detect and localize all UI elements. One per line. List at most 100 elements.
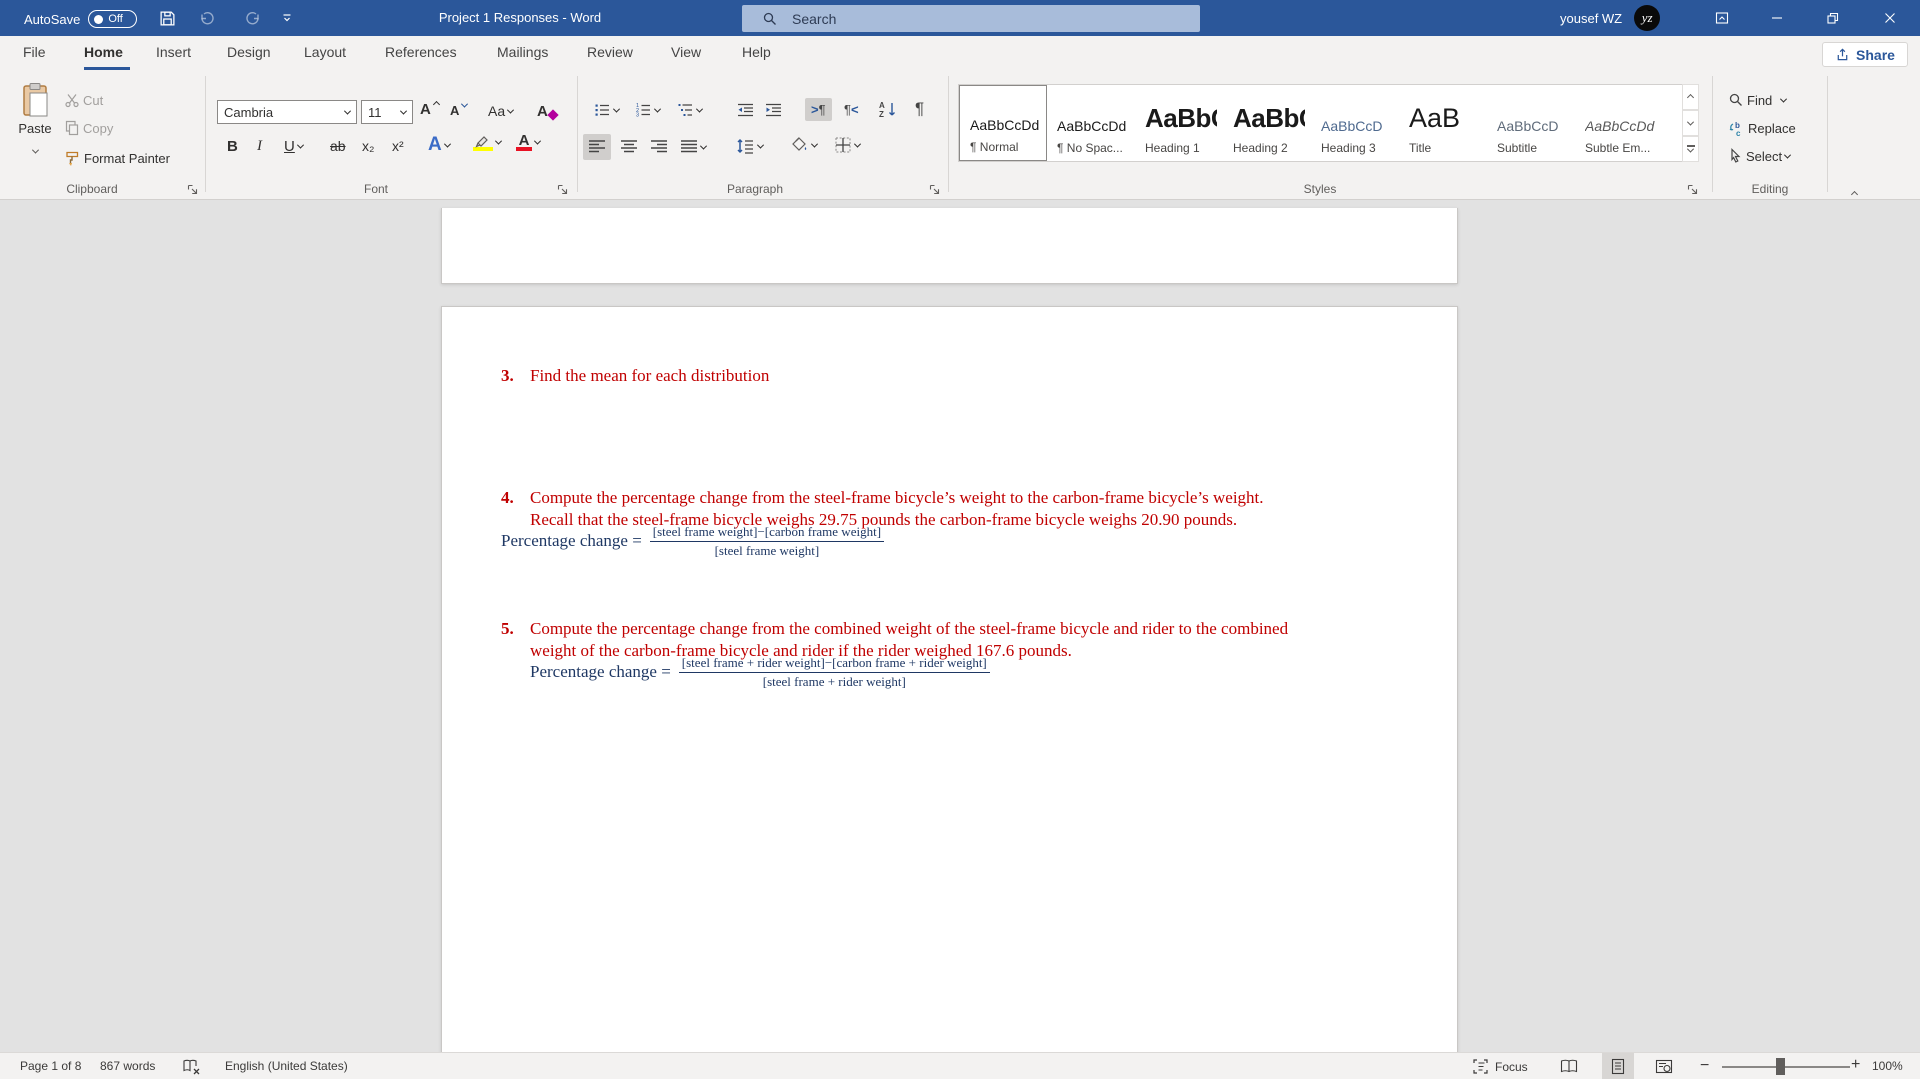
cut-button[interactable]: Cut: [64, 92, 103, 108]
focus-button[interactable]: Focus: [1472, 1057, 1528, 1076]
print-layout-button[interactable]: [1602, 1053, 1634, 1079]
highlight-color-button[interactable]: [473, 134, 503, 151]
bullet-list-button[interactable]: [593, 101, 621, 119]
chevron-down-icon: [699, 142, 708, 150]
shading-button[interactable]: [790, 136, 819, 154]
autosave-control[interactable]: AutoSave Off: [24, 10, 138, 28]
grow-font-button[interactable]: A: [420, 100, 440, 117]
ribbon-display-options-button[interactable]: [1700, 0, 1744, 36]
editing-group-label: Editing: [1751, 182, 1789, 196]
bold-button[interactable]: B: [227, 138, 238, 155]
change-case-button[interactable]: Aa: [488, 103, 515, 119]
tab-view[interactable]: View: [671, 44, 701, 60]
zoom-in-button[interactable]: +: [1851, 1056, 1860, 1074]
document-canvas[interactable]: 3. Find the mean for each distribution 4…: [0, 201, 1920, 1066]
left-to-right-text-direction-button[interactable]: >¶: [805, 98, 832, 121]
copy-button[interactable]: Copy: [64, 120, 113, 136]
font-family-combobox[interactable]: Cambria: [217, 100, 357, 124]
align-center-button[interactable]: [620, 139, 638, 155]
chevron-down-icon: [1780, 95, 1788, 103]
styles-group-label: Styles: [1303, 182, 1337, 196]
align-left-button[interactable]: [583, 134, 611, 160]
font-color-button[interactable]: A: [516, 133, 542, 151]
line-spacing-button[interactable]: [736, 137, 765, 155]
share-button[interactable]: Share: [1822, 42, 1908, 67]
style-heading-2[interactable]: AaBbCcDd Heading 2: [1223, 85, 1311, 161]
shrink-font-button[interactable]: A: [450, 100, 469, 118]
right-to-left-text-direction-button[interactable]: ¶<: [844, 102, 859, 117]
numbered-list-icon: 123: [634, 101, 652, 119]
styles-more-button[interactable]: [1682, 136, 1699, 162]
word-count[interactable]: 867 words: [100, 1059, 155, 1073]
style-title[interactable]: AaB Title: [1399, 85, 1487, 161]
page-indicator[interactable]: Page 1 of 8: [20, 1059, 81, 1073]
styles-scroll-down-button[interactable]: [1682, 110, 1699, 136]
proofing-errors-icon[interactable]: [182, 1057, 201, 1076]
clipboard-dialog-launcher[interactable]: [186, 183, 200, 197]
user-name[interactable]: yousef WZ: [1560, 11, 1622, 26]
paragraph-dialog-launcher[interactable]: [928, 183, 942, 197]
style-subtitle[interactable]: AaBbCcD Subtitle: [1487, 85, 1575, 161]
italic-button[interactable]: I: [257, 138, 262, 155]
undo-button[interactable]: [192, 6, 222, 30]
read-mode-button[interactable]: [1553, 1053, 1585, 1079]
style-normal[interactable]: AaBbCcDd ¶ Normal: [959, 85, 1047, 161]
style-heading-3[interactable]: AaBbCcD Heading 3: [1311, 85, 1399, 161]
style-subtle-emphasis[interactable]: AaBbCcDd Subtle Em...: [1575, 85, 1663, 161]
numbered-list-button[interactable]: 123: [634, 101, 662, 119]
tab-layout[interactable]: Layout: [304, 44, 346, 60]
tab-help[interactable]: Help: [742, 44, 771, 60]
show-paragraph-marks-button[interactable]: ¶: [915, 99, 924, 119]
align-right-button[interactable]: [650, 139, 668, 155]
subscript-button[interactable]: x₂: [362, 138, 374, 154]
sort-button[interactable]: AZ: [878, 100, 898, 119]
tab-file[interactable]: File: [23, 44, 46, 60]
find-button[interactable]: Find: [1728, 92, 1788, 108]
superscript-button[interactable]: x²: [392, 138, 404, 154]
styles-dialog-launcher[interactable]: [1686, 183, 1700, 197]
search-input[interactable]: Search: [742, 5, 1200, 32]
decrease-indent-button[interactable]: [736, 101, 755, 119]
save-button[interactable]: [152, 6, 182, 30]
strikethrough-button[interactable]: ab: [330, 138, 346, 154]
font-dialog-launcher[interactable]: [556, 183, 570, 197]
format-painter-button[interactable]: Format Painter: [64, 150, 170, 167]
document-page-1-bottom[interactable]: [441, 208, 1458, 284]
close-button[interactable]: [1868, 0, 1912, 36]
underline-button[interactable]: U: [284, 138, 304, 155]
tab-design[interactable]: Design: [227, 44, 271, 60]
zoom-out-button[interactable]: −: [1700, 1057, 1709, 1075]
zoom-slider-track[interactable]: [1722, 1066, 1850, 1068]
style-heading-1[interactable]: AaBbCcDd Heading 1: [1135, 85, 1223, 161]
multilevel-list-button[interactable]: [676, 101, 704, 119]
language-indicator[interactable]: English (United States): [225, 1059, 348, 1073]
zoom-slider-handle[interactable]: [1776, 1058, 1785, 1075]
collapse-ribbon-button[interactable]: [1850, 184, 1859, 202]
increase-indent-button[interactable]: [764, 101, 783, 119]
restore-button[interactable]: [1810, 0, 1854, 36]
tab-review[interactable]: Review: [587, 44, 633, 60]
group-separator: [948, 76, 949, 192]
web-layout-button[interactable]: [1648, 1053, 1680, 1079]
text-effects-button[interactable]: A: [428, 134, 451, 156]
document-page-2[interactable]: 3. Find the mean for each distribution 4…: [441, 306, 1458, 1066]
avatar[interactable]: yz: [1634, 5, 1661, 31]
select-button[interactable]: Select: [1728, 148, 1792, 164]
font-size-combobox[interactable]: 11: [361, 100, 413, 124]
tab-insert[interactable]: Insert: [156, 44, 191, 60]
paste-button[interactable]: Paste: [12, 82, 58, 159]
justify-button[interactable]: [680, 139, 708, 155]
tab-references[interactable]: References: [385, 44, 457, 60]
borders-button[interactable]: [834, 136, 862, 154]
minimize-button[interactable]: [1755, 0, 1799, 36]
clear-formatting-button[interactable]: A: [537, 103, 559, 121]
customize-quick-access-toolbar-button[interactable]: [272, 6, 302, 30]
tab-home[interactable]: Home: [84, 44, 123, 60]
styles-scroll-up-button[interactable]: [1682, 84, 1699, 110]
zoom-level[interactable]: 100%: [1872, 1059, 1903, 1073]
tab-mailings[interactable]: Mailings: [497, 44, 548, 60]
redo-button[interactable]: [238, 6, 268, 30]
replace-button[interactable]: bc Replace: [1728, 120, 1796, 137]
style-no-spacing[interactable]: AaBbCcDd ¶ No Spac...: [1047, 85, 1135, 161]
autosave-toggle[interactable]: Off: [88, 10, 138, 28]
